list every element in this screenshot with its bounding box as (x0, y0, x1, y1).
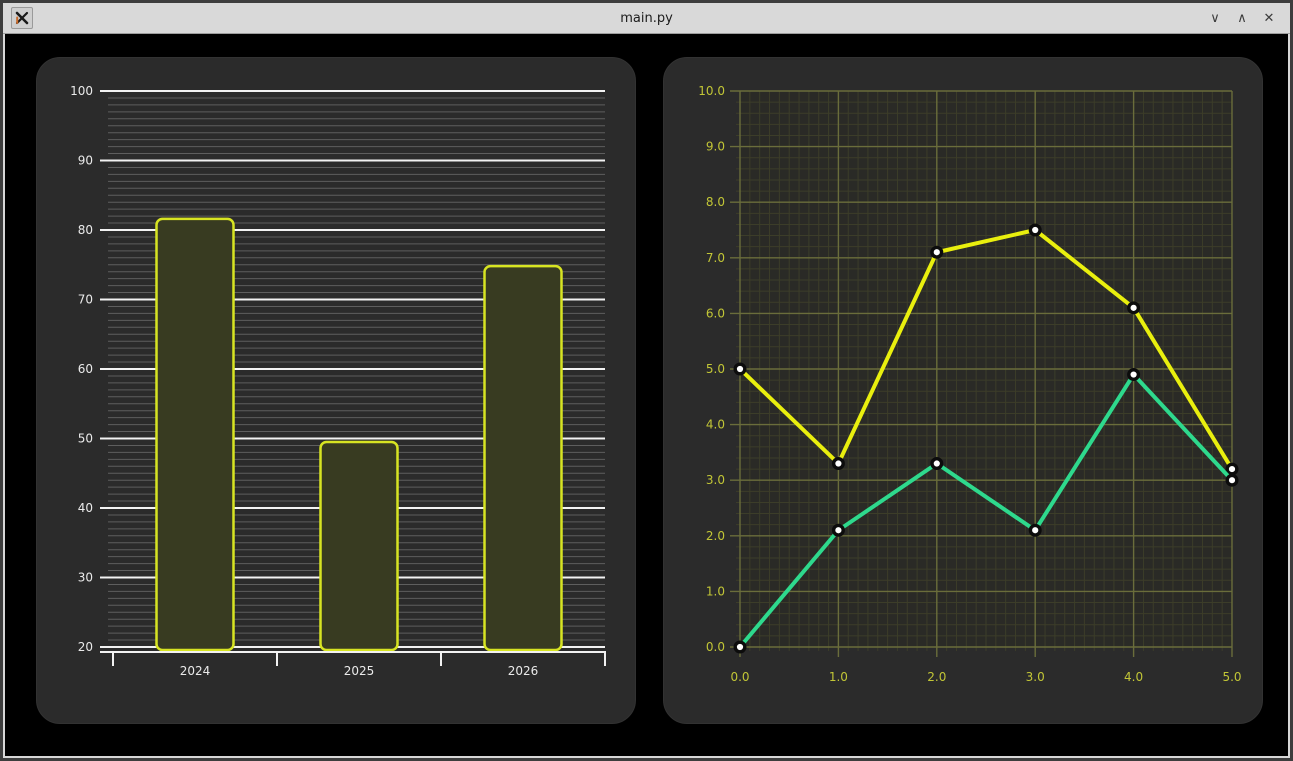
x-tick-label: 1.0 (829, 670, 848, 684)
y-tick-label: 5.0 (706, 362, 725, 376)
x-tick-label: 0.0 (730, 670, 749, 684)
x-tick-label: 2025 (344, 664, 375, 678)
line-chart: 0.0 1.0 2.0 3.0 4.0 5.0 0.0 1.0 2.0 3.0 4.0 5.0 6.0 7… (698, 84, 1241, 684)
series-yellow-marker (733, 362, 747, 376)
x-tick-label: 2024 (180, 664, 211, 678)
series-green-marker (930, 457, 944, 471)
y-tick-label: 9.0 (706, 140, 725, 154)
y-tick-label: 30 (78, 571, 93, 585)
bar-2025 (319, 440, 399, 652)
x-tick-label: 5.0 (1222, 670, 1241, 684)
bar-2024 (155, 217, 235, 652)
bar-chart: 20 30 40 50 60 70 80 90 100 2024 2025 2026 (70, 84, 606, 678)
x-tick-label: 2026 (508, 664, 539, 678)
y-tick-label: 6.0 (706, 306, 725, 320)
y-tick-label: 60 (78, 362, 93, 376)
y-tick-label: 7.0 (706, 251, 725, 265)
screen: main.py ∨ ∧ ✕ 20 30 40 50 60 70 80 90 100 2024 202… (0, 0, 1293, 761)
maximize-button[interactable]: ∧ (1233, 9, 1251, 27)
y-tick-label: 40 (78, 501, 93, 515)
titlebar: main.py ∨ ∧ ✕ (3, 3, 1290, 34)
bar-2026 (483, 264, 563, 652)
x-tick-label: 2.0 (927, 670, 946, 684)
x-tick-label: 3.0 (1026, 670, 1045, 684)
bar-chart-card: 20 30 40 50 60 70 80 90 100 2024 2025 2026 (36, 57, 636, 724)
series-yellow-marker (1225, 462, 1239, 476)
series-yellow-marker (930, 245, 944, 259)
y-tick-label: 90 (78, 154, 93, 168)
y-tick-label: 0.0 (706, 640, 725, 654)
y-tick-label: 80 (78, 223, 93, 237)
bar-series (155, 217, 563, 652)
y-tick-label: 20 (78, 640, 93, 654)
line-chart-card: 0.0 1.0 2.0 3.0 4.0 5.0 0.0 1.0 2.0 3.0 4.0 5.0 6.0 7… (663, 57, 1263, 724)
series-green-marker (733, 640, 747, 654)
app-window: main.py ∨ ∧ ✕ 20 30 40 50 60 70 80 90 100 2024 202… (0, 0, 1293, 761)
y-tick-label: 70 (78, 293, 93, 307)
series-yellow-marker (831, 457, 845, 471)
series-green-marker (1127, 368, 1141, 382)
series-yellow-marker (1028, 223, 1042, 237)
y-tick-label: 100 (70, 84, 93, 98)
y-tick-label: 1.0 (706, 584, 725, 598)
window-title: main.py (620, 10, 673, 26)
y-tick-label: 8.0 (706, 195, 725, 209)
y-tick-label: 10.0 (698, 84, 725, 98)
x-tick-label: 4.0 (1124, 670, 1143, 684)
y-tick-label: 50 (78, 432, 93, 446)
y-tick-label: 3.0 (706, 473, 725, 487)
series-yellow-marker (1127, 301, 1141, 315)
y-tick-label: 4.0 (706, 418, 725, 432)
y-tick-label: 2.0 (706, 529, 725, 543)
series-green-marker (1028, 523, 1042, 537)
close-button[interactable]: ✕ (1260, 9, 1278, 27)
window-controls: ∨ ∧ ✕ (1206, 9, 1290, 27)
series-green-marker (831, 523, 845, 537)
minimize-button[interactable]: ∨ (1206, 9, 1224, 27)
series-green-marker (1225, 473, 1239, 487)
app-content: 20 30 40 50 60 70 80 90 100 2024 2025 2026 0.0 1.0 2.… (3, 34, 1290, 758)
